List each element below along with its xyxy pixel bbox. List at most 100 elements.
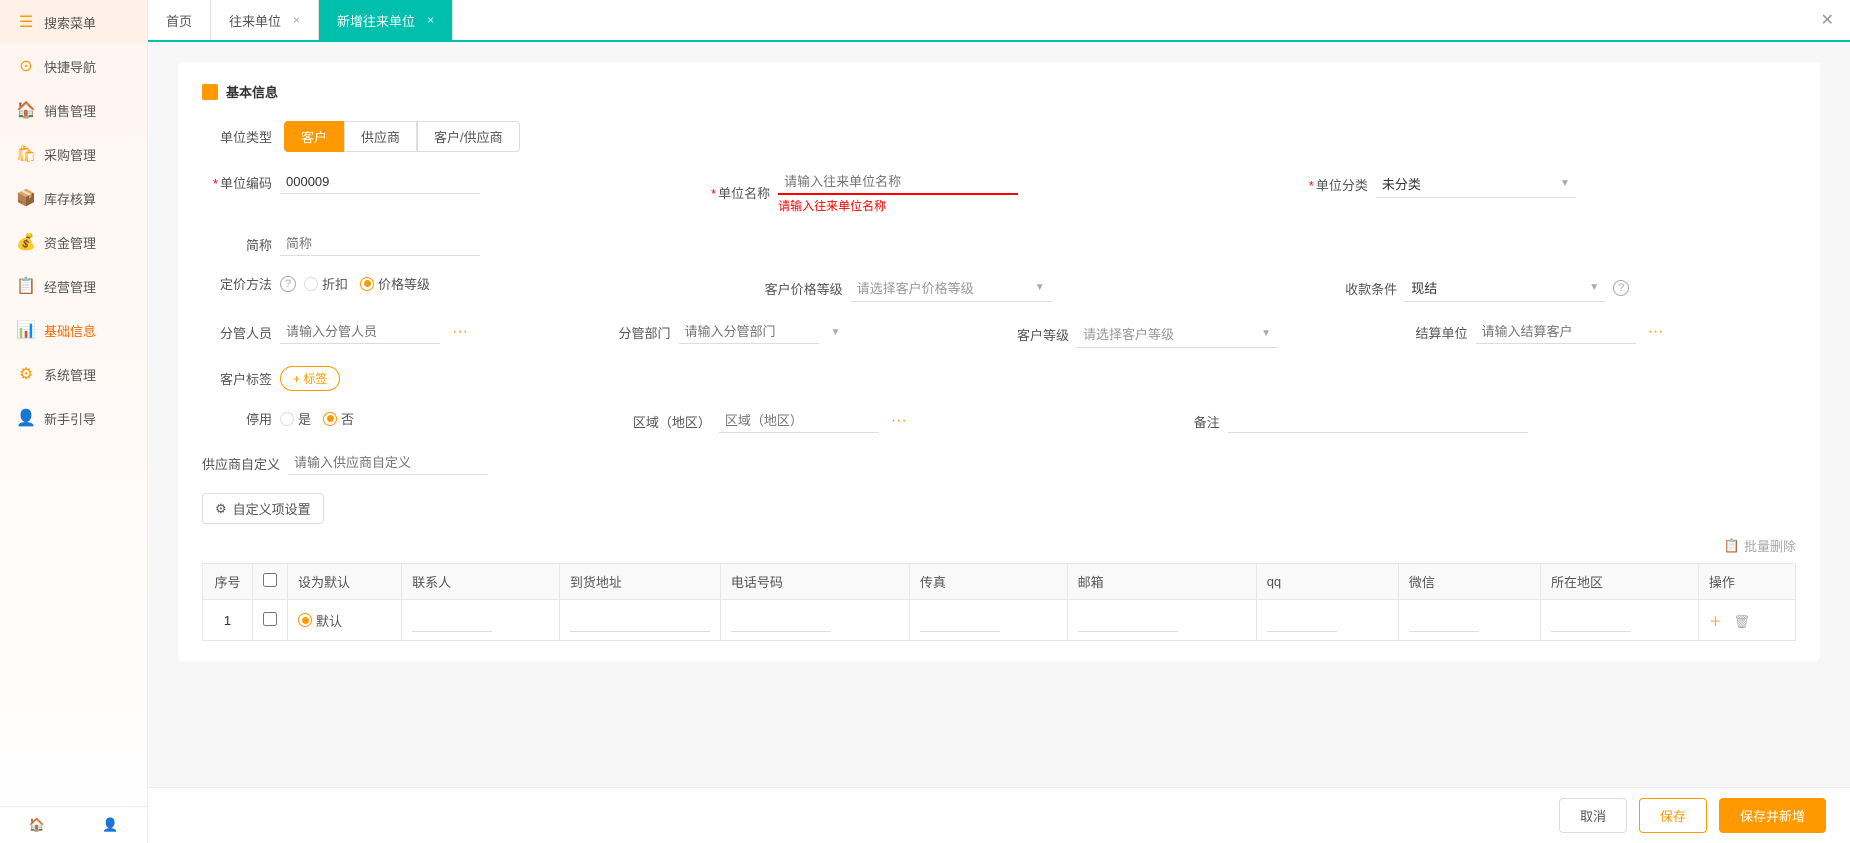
row-add-icon[interactable]: ＋	[1709, 614, 1722, 629]
radio-discount-label: 折扣	[322, 274, 348, 293]
window-close-button[interactable]: ✕	[1805, 10, 1850, 30]
unit-type-row: 单位类型 客户 供应商 客户/供应商	[202, 121, 1796, 152]
radio-price-level[interactable]: 价格等级	[360, 274, 430, 293]
sidebar-item-search[interactable]: ☰ 搜索菜单	[0, 0, 147, 44]
sidebar-item-finance[interactable]: 💰 资金管理	[0, 220, 147, 264]
customer-price-placeholder: 请选择客户价格等级	[857, 278, 1031, 297]
row-wechat[interactable]	[1398, 600, 1540, 641]
row-address[interactable]	[559, 600, 720, 641]
manager-group: 分管人员 ···	[202, 320, 601, 344]
contact-table: 序号 设为默认 联系人 到货地址 电话号码 传真 邮箱 qq 微信 所在地区 操…	[202, 563, 1796, 641]
short-name-label: 简称	[202, 235, 272, 254]
sidebar-item-label: 系统管理	[44, 365, 96, 384]
save-button[interactable]: 保存	[1639, 798, 1707, 833]
sidebar-item-label: 搜索菜单	[44, 13, 96, 32]
manager-input[interactable]	[280, 320, 440, 344]
sidebar-item-label: 经营管理	[44, 277, 96, 296]
department-input[interactable]	[679, 320, 819, 344]
unit-btn-supplier[interactable]: 供应商	[344, 121, 417, 152]
row-default-radio[interactable]: 默认	[298, 611, 391, 630]
add-tag-button[interactable]: + 标签	[280, 366, 340, 391]
sidebar-bottom-user[interactable]: 👤	[74, 807, 148, 843]
sidebar-item-label: 资金管理	[44, 233, 96, 252]
tab-partner-list[interactable]: 往来单位 ×	[211, 0, 319, 40]
unit-name-group: 单位名称 请输入往来单位名称	[700, 170, 1298, 214]
settlement-label: 结算单位	[1398, 323, 1468, 342]
sidebar-item-label: 快捷导航	[44, 57, 96, 76]
sidebar-item-label: 库存核算	[44, 189, 96, 208]
tab-new-partner-label: 新增往来单位	[337, 11, 415, 30]
sidebar-item-guide[interactable]: 👤 新手引导	[0, 396, 147, 440]
batch-delete-label[interactable]: 批量删除	[1744, 536, 1796, 555]
card-title-icon	[202, 84, 218, 100]
cancel-button[interactable]: 取消	[1559, 798, 1627, 833]
sidebar-item-quick-nav[interactable]: ⊙ 快捷导航	[0, 44, 147, 88]
sidebar-bottom: 🏠 👤	[0, 806, 147, 843]
customer-price-select[interactable]: 请选择客户价格等级 ▼	[851, 274, 1051, 302]
sidebar-bottom-home[interactable]: 🏠	[0, 807, 74, 843]
row-fax[interactable]	[909, 600, 1067, 641]
payment-term-select[interactable]: 现结 ▼	[1405, 274, 1605, 302]
region-more-btn[interactable]: ···	[887, 412, 911, 430]
unit-category-select[interactable]: 未分类 ▼	[1376, 170, 1576, 198]
tab-new-partner[interactable]: 新增往来单位 ×	[319, 0, 453, 40]
th-email: 邮箱	[1067, 564, 1256, 600]
remark-label: 备注	[1150, 412, 1220, 431]
row-contact[interactable]	[402, 600, 560, 641]
row-checkbox[interactable]	[253, 600, 288, 641]
radio-discount[interactable]: 折扣	[304, 274, 348, 293]
tab-home[interactable]: 首页	[148, 0, 211, 40]
radio-no-label: 否	[341, 409, 354, 428]
th-no: 序号	[203, 564, 253, 600]
sidebar-item-system[interactable]: ⚙ 系统管理	[0, 352, 147, 396]
tab-home-label: 首页	[166, 11, 192, 30]
payment-term-label: 收款条件	[1327, 279, 1397, 298]
custom-settings-button[interactable]: ⚙ 自定义项设置	[202, 493, 324, 524]
row-delete-icon[interactable]: 🗑	[1733, 614, 1750, 629]
supplier-custom-input[interactable]	[288, 451, 488, 475]
supplier-custom-label: 供应商自定义	[202, 454, 280, 473]
unit-name-input[interactable]	[778, 170, 1018, 195]
system-icon: ⚙	[16, 364, 36, 384]
sidebar-item-sales[interactable]: 🏠 销售管理	[0, 88, 147, 132]
remark-group: 备注	[1150, 409, 1796, 433]
row-area[interactable]	[1541, 600, 1699, 641]
tab-new-partner-close[interactable]: ×	[427, 13, 434, 27]
inventory-icon: 📦	[16, 188, 36, 208]
unit-category-group: 单位分类 未分类 ▼	[1298, 170, 1796, 198]
radio-no[interactable]: 否	[323, 409, 354, 428]
disabled-group: 停用 是 否	[202, 409, 633, 428]
save-new-button[interactable]: 保存并新增	[1719, 798, 1826, 833]
sidebar-item-inventory[interactable]: 📦 库存核算	[0, 176, 147, 220]
manager-row: 分管人员 ··· 分管部门 ▼ 客户等级 请选择客户等级 ▼	[202, 320, 1796, 348]
unit-code-input[interactable]	[280, 170, 480, 194]
short-name-input[interactable]	[280, 232, 480, 256]
th-wechat: 微信	[1398, 564, 1540, 600]
payment-help-icon[interactable]: ?	[1613, 280, 1629, 296]
customer-level-select[interactable]: 请选择客户等级 ▼	[1077, 320, 1277, 348]
pricing-help-icon[interactable]: ?	[280, 276, 296, 292]
unit-btn-customer[interactable]: 客户	[284, 121, 344, 152]
tab-partner-list-close[interactable]: ×	[293, 13, 300, 27]
home-bottom-icon: 🏠	[29, 817, 45, 833]
remark-input[interactable]	[1228, 409, 1528, 433]
region-input[interactable]	[719, 409, 879, 433]
radio-yes[interactable]: 是	[280, 409, 311, 428]
chevron-dept-icon: ▼	[831, 327, 841, 338]
settlement-more-btn[interactable]: ···	[1644, 323, 1668, 341]
settlement-input[interactable]	[1476, 320, 1636, 344]
unit-btn-both[interactable]: 客户/供应商	[417, 121, 520, 152]
row-email[interactable]	[1067, 600, 1256, 641]
sidebar-item-label: 新手引导	[44, 409, 96, 428]
gear-icon: ⚙	[215, 501, 227, 517]
sidebar-item-purchase[interactable]: 🛍 采购管理	[0, 132, 147, 176]
sidebar-item-operations[interactable]: 📋 经营管理	[0, 264, 147, 308]
row-qq[interactable]	[1256, 600, 1398, 641]
th-checkbox[interactable]	[253, 564, 288, 600]
row-phone[interactable]	[720, 600, 909, 641]
operations-icon: 📋	[16, 276, 36, 296]
pricing-radio-group: 折扣 价格等级	[304, 274, 430, 293]
manager-more-btn[interactable]: ···	[448, 323, 472, 341]
row-no: 1	[203, 600, 253, 641]
sidebar-item-basic-info[interactable]: 📊 基础信息	[0, 308, 147, 352]
